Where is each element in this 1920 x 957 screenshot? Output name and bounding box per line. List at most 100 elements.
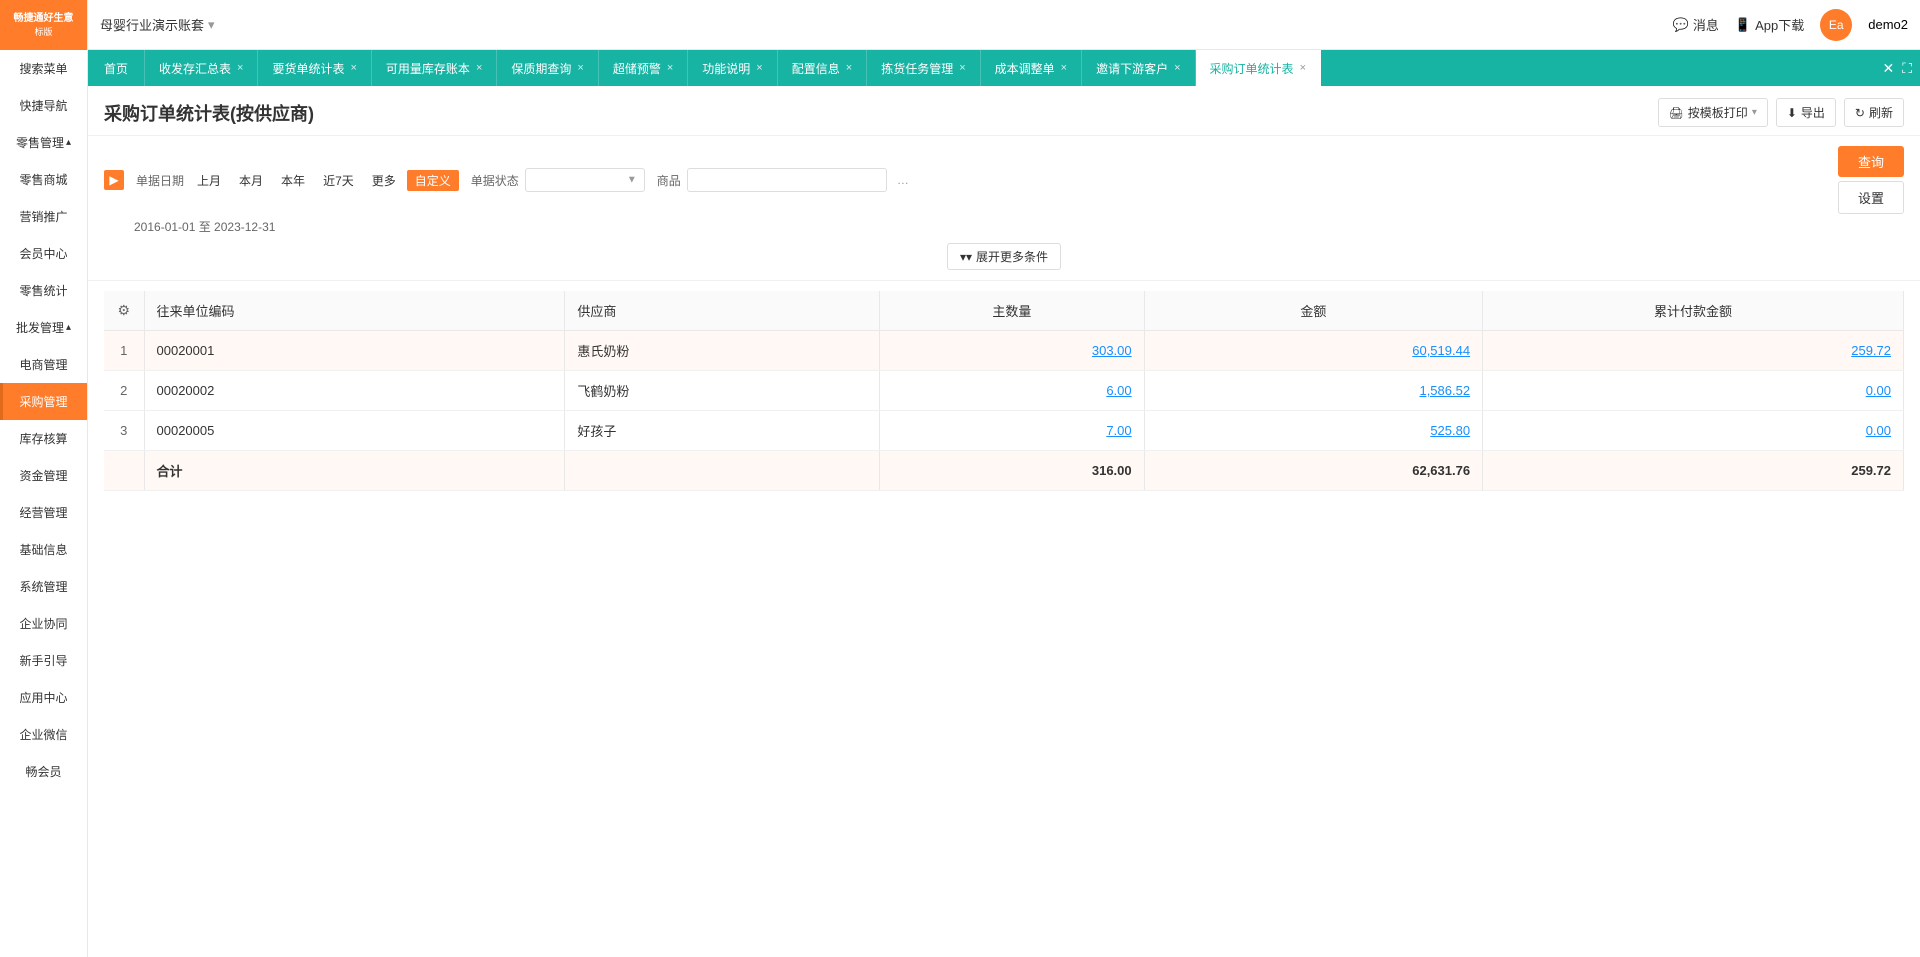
sidebar-item-shortcut[interactable]: 快捷导航 [0,87,87,124]
nav-tab-close-cost-adjust[interactable]: × [1061,62,1067,74]
sidebar-item-wholesale[interactable]: 批发管理▴ [0,309,87,346]
7days-button[interactable]: 近7天 [316,169,361,192]
sidebar-item-label-enterprise-wechat: 企业微信 [19,728,67,742]
sidebar-item-system[interactable]: 系统管理 [0,568,87,605]
message-button[interactable]: 💬 消息 [1673,15,1719,34]
settings-button[interactable]: 设置 [1838,181,1904,214]
amount-link-0[interactable]: 60,519.44 [1412,343,1470,358]
username-label: demo2 [1868,17,1908,32]
table-row: 1 00020001 惠氏奶粉 303.00 60,519.44 259.72 [104,331,1904,371]
refresh-icon: ↻ [1855,106,1865,120]
nav-tab-close-available-stock[interactable]: × [476,62,482,74]
refresh-button[interactable]: ↻ 刷新 [1844,98,1904,127]
workspace-arrow-icon: ▾ [208,17,215,33]
filter-toggle-button[interactable]: ▶ [104,170,124,190]
nav-tab-purchase-stats[interactable]: 采购订单统计表 × [1196,50,1321,86]
workspace-selector[interactable]: 母婴行业演示账套 ▾ [100,15,215,34]
custom-date-badge[interactable]: 自定义 [407,170,459,191]
refresh-label: 刷新 [1869,104,1893,121]
nav-tab-close-invite-downstream[interactable]: × [1174,62,1180,74]
sidebar-item-finance[interactable]: 资金管理 [0,457,87,494]
nav-tab-close-config-info[interactable]: × [846,62,852,74]
goods-filter-label: 商品 [657,172,681,189]
nav-tab-close-pick-task[interactable]: × [959,62,965,74]
nav-tab-close-function-desc[interactable]: × [756,62,762,74]
nav-tab-close-purchase-stats[interactable]: × [1300,62,1306,74]
date-quick-buttons: 上月 本月 本年 近7天 更多 自定义 [190,169,459,192]
sidebar-item-operations[interactable]: 经营管理 [0,494,87,531]
sidebar-item-app-center[interactable]: 应用中心 [0,679,87,716]
nav-tab-pick-task[interactable]: 拣货任务管理 × [867,50,980,86]
nav-tab-close-shelf-life[interactable]: × [577,62,583,74]
topbar-right: 💬 消息 📱 App下载 Ea demo2 [1673,9,1908,41]
this-year-button[interactable]: 本年 [274,169,312,192]
more-date-button[interactable]: 更多 [365,169,403,192]
nav-tab-close-over-stock[interactable]: × [667,62,673,74]
main-qty-link-2[interactable]: 7.00 [1106,423,1131,438]
table-area: ⚙ 往来单位编码 供应商 主数量 金额 累计付款金额 1 00020001 惠氏… [88,281,1920,957]
close-window-icon[interactable]: ✕ [1882,60,1894,77]
printer-icon: 🖨 [1669,106,1684,120]
sidebar-item-enterprise[interactable]: 企业协同 [0,605,87,642]
nav-tab-close-goods-stats[interactable]: × [350,62,356,74]
gear-icon[interactable]: ⚙ [117,302,130,318]
cell-supplier-name-2: 好孩子 [565,411,880,451]
nav-tab-close-receive-send[interactable]: × [237,62,243,74]
sidebar-item-retail-stats[interactable]: 零售统计 [0,272,87,309]
nav-tab-invite-downstream[interactable]: 邀请下游客户 × [1082,50,1195,86]
nav-tab-label-cost-adjust: 成本调整单 [995,60,1055,77]
sidebar-item-label-retail: 零售管理 [16,134,64,151]
table-header-supplier-code: 往来单位编码 [144,291,565,331]
amount-link-2[interactable]: 525.80 [1430,423,1470,438]
sidebar-item-member2[interactable]: 畅会员 [0,753,87,790]
paid-amount-link-2[interactable]: 0.00 [1866,423,1891,438]
sidebar-item-enterprise-wechat[interactable]: 企业微信 [0,716,87,753]
nav-tab-shelf-life[interactable]: 保质期查询 × [497,50,598,86]
sidebar-item-search[interactable]: 搜索菜单 [0,50,87,87]
export-button[interactable]: ⬇ 导出 [1776,98,1836,127]
expand-filter-button[interactable]: ▾▾ 展开更多条件 [947,243,1061,270]
user-avatar[interactable]: Ea [1820,9,1852,41]
cell-supplier-code-2: 00020005 [144,411,565,451]
paid-amount-link-0[interactable]: 259.72 [1851,343,1891,358]
nav-tab-cost-adjust[interactable]: 成本调整单 × [981,50,1082,86]
table-row: 2 00020002 飞鹤奶粉 6.00 1,586.52 0.00 [104,371,1904,411]
nav-tab-config-info[interactable]: 配置信息 × [778,50,867,86]
cell-amount-1: 1,586.52 [1144,371,1482,411]
main-qty-link-0[interactable]: 303.00 [1092,343,1132,358]
sidebar-item-basic[interactable]: 基础信息 [0,531,87,568]
topbar: 母婴行业演示账套 ▾ 💬 消息 📱 App下载 Ea demo2 [88,0,1920,50]
main-qty-link-1[interactable]: 6.00 [1106,383,1131,398]
last-month-button[interactable]: 上月 [190,169,228,192]
sidebar-item-purchase[interactable]: 采购管理 [0,383,87,420]
print-button[interactable]: 🖨 按模板打印 ▾ [1658,98,1768,127]
app-download-button[interactable]: 📱 App下载 [1735,15,1804,34]
sidebar-item-inventory[interactable]: 库存核算 [0,420,87,457]
query-button[interactable]: 查询 [1838,146,1904,177]
status-filter-item: 单据状态 [471,168,645,192]
sidebar-item-ecommerce[interactable]: 电商管理 [0,346,87,383]
amount-link-1[interactable]: 1,586.52 [1419,383,1470,398]
nav-tab-over-stock[interactable]: 超储预警 × [599,50,688,86]
nav-tab-receive-send[interactable]: 收发存汇总表 × [145,50,258,86]
nav-tab-function-desc[interactable]: 功能说明 × [688,50,777,86]
nav-tab-goods-stats[interactable]: 要货单统计表 × [258,50,371,86]
nav-tabs-end: ✕ ⛶ [1874,60,1920,77]
sidebar-item-retail-mall[interactable]: 零售商城 [0,161,87,198]
paid-amount-link-1[interactable]: 0.00 [1866,383,1891,398]
expand-window-icon[interactable]: ⛶ [1902,60,1912,77]
goods-search-input[interactable] [687,168,887,192]
nav-tab-home[interactable]: 首页 [88,50,145,86]
filter-area: ▶ 单据日期 上月 本月 本年 近7天 更多 自定义 单据状态 [88,136,1920,281]
sidebar-item-member[interactable]: 会员中心 [0,235,87,272]
nav-tab-available-stock[interactable]: 可用量库存账本 × [372,50,497,86]
sidebar-item-label-ecommerce: 电商管理 [19,358,67,372]
nav-tabs: 首页收发存汇总表 ×要货单统计表 ×可用量库存账本 ×保质期查询 ×超储预警 ×… [88,50,1920,86]
goods-more-icon[interactable]: … [893,171,913,189]
sidebar-item-label-shortcut: 快捷导航 [19,99,67,113]
status-select[interactable] [525,168,645,192]
sidebar-item-retail[interactable]: 零售管理▴ [0,124,87,161]
sidebar-item-marketing[interactable]: 营销推广 [0,198,87,235]
sidebar-item-newbie[interactable]: 新手引导 [0,642,87,679]
this-month-button[interactable]: 本月 [232,169,270,192]
